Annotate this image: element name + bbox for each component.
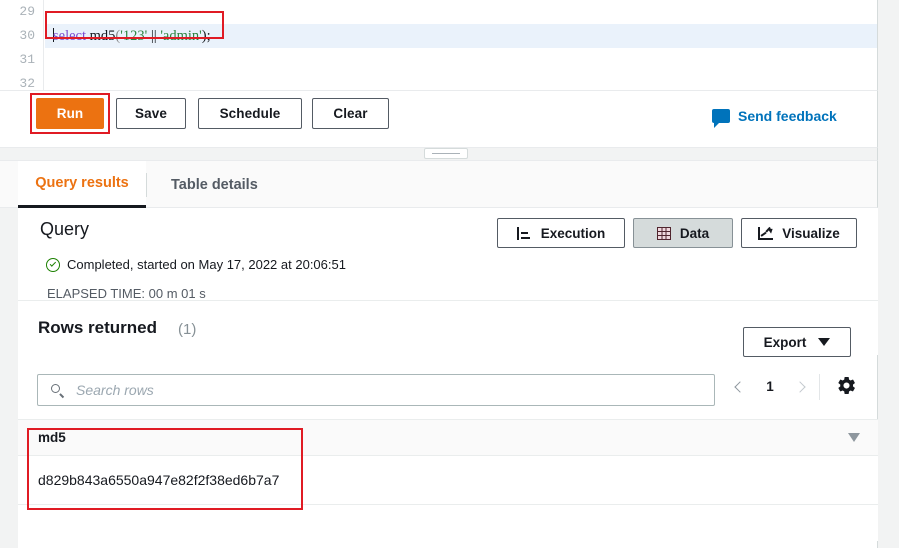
query-status: Completed, started on May 17, 2022 at 20… [46, 257, 346, 272]
caret-down-icon [818, 338, 831, 346]
execution-icon [516, 226, 532, 240]
pagination-separator [819, 374, 820, 400]
query-status-text: Completed, started on May 17, 2022 at 20… [67, 257, 346, 272]
line-number: 32 [19, 76, 35, 90]
cell-md5-value: d829b843a6550a947e82f2f38ed6b7a7 [38, 472, 280, 488]
rows-returned-count: (1) [178, 321, 197, 338]
sql-keyword: select [53, 28, 87, 44]
line-number: 29 [19, 4, 35, 19]
sql-function: md5 [86, 28, 116, 44]
save-button[interactable]: Save [116, 98, 186, 129]
line-chart-icon [758, 225, 775, 240]
view-data-button[interactable]: Data [633, 218, 733, 248]
elapsed-time: ELAPSED TIME: 00 m 01 s [47, 286, 206, 301]
grid-icon [656, 226, 671, 240]
line-number: 30 [19, 28, 35, 43]
rows-returned-label: Rows returned [38, 318, 158, 337]
export-label: Export [763, 334, 807, 350]
schedule-button[interactable]: Schedule [198, 98, 302, 129]
page-title: Query [40, 219, 90, 239]
column-header-md5: md5 [38, 430, 66, 445]
speech-bubble-icon [712, 109, 730, 128]
run-button[interactable]: Run [36, 98, 104, 129]
sql-string-2: 'admin' [160, 28, 202, 44]
send-feedback-link[interactable]: Send feedback [712, 108, 837, 128]
sql-close: ); [201, 28, 211, 44]
export-button[interactable]: Export [743, 327, 851, 357]
table-header-row: md5 [18, 420, 878, 456]
clear-button[interactable]: Clear [312, 98, 389, 129]
page-number: 1 [766, 379, 774, 394]
code-lines[interactable]: select md5('123' || 'admin'); [45, 0, 877, 90]
table-row[interactable]: d829b843a6550a947e82f2f38ed6b7a7 [18, 456, 878, 505]
search-icon [51, 383, 64, 398]
sql-editor[interactable]: 29 30 31 32 33 select md5('123' || 'admi… [0, 0, 878, 90]
check-circle-icon [46, 257, 60, 272]
send-feedback-label: Send feedback [738, 108, 837, 124]
search-rows-field[interactable] [37, 374, 715, 406]
right-margin [879, 0, 899, 548]
tab-table-details[interactable]: Table details [147, 161, 297, 208]
chevron-right-icon[interactable] [786, 373, 814, 401]
query-summary-header: Query Completed, started on May 17, 2022… [18, 208, 878, 301]
chevron-left-icon[interactable] [726, 373, 754, 401]
resize-handle[interactable] [424, 148, 468, 159]
line-number: 31 [19, 52, 35, 67]
view-execution-button[interactable]: Execution [497, 218, 625, 248]
tab-query-results[interactable]: Query results [18, 161, 146, 208]
line-number-gutter: 29 30 31 32 33 [0, 0, 44, 90]
gear-icon[interactable] [836, 375, 857, 396]
athena-query-editor: 29 30 31 32 33 select md5('123' || 'admi… [0, 0, 899, 548]
view-visualize-label: Visualize [782, 225, 840, 241]
table-empty-row [18, 505, 878, 541]
sql-operator: || [147, 28, 161, 44]
code-line-sql[interactable]: select md5('123' || 'admin'); [45, 24, 877, 48]
search-input[interactable] [74, 381, 714, 399]
results-table: md5 d829b843a6550a947e82f2f38ed6b7a7 [18, 419, 878, 541]
sql-string-1: '123' [120, 28, 148, 44]
sort-descending-icon[interactable] [848, 433, 860, 442]
view-visualize-button[interactable]: Visualize [741, 218, 857, 248]
view-data-label: Data [679, 225, 710, 241]
view-execution-label: Execution [540, 225, 606, 241]
